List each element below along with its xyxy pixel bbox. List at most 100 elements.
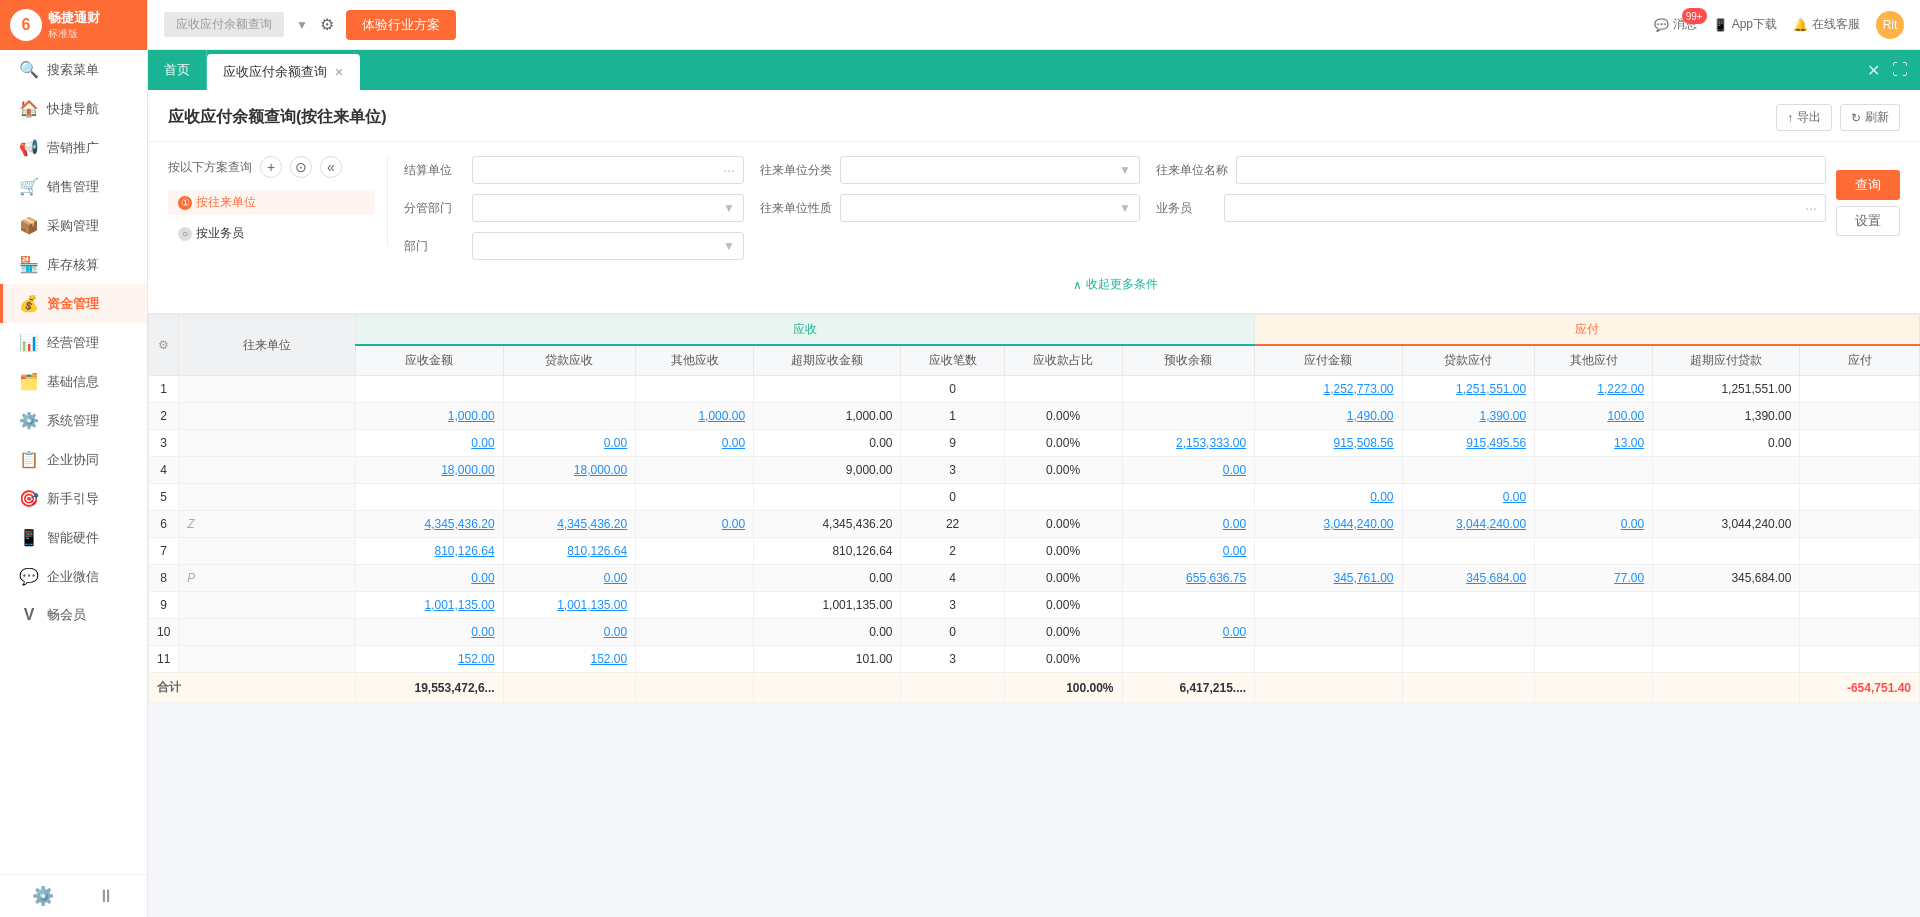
col-payable-extra: 应付 [1800,345,1920,376]
row-advance-balance: 655,636.75 [1122,565,1255,592]
dept-select[interactable]: ▼ [472,232,744,260]
table-container: ⚙ 往来单位 应收 应付 应收金额 贷款应收 其他应收 超期应收金额 应收笔数 … [148,314,1920,703]
add-scheme-button[interactable]: + [260,156,282,178]
table-row: 3 0.00 0.00 0.00 0.00 9 0.00% 2,153,333.… [149,430,1920,457]
row-payable-extra [1800,619,1920,646]
row-payable-extra [1800,403,1920,430]
row-loan-payable [1402,619,1535,646]
collapse-button[interactable]: ∧ 收起更多条件 [404,270,1826,299]
sidebar-item-search[interactable]: 🔍 搜索菜单 [0,50,147,89]
sidebar-item-guide[interactable]: 🎯 新手引导 [0,479,147,518]
managing-dept-select[interactable]: ▼ [472,194,744,222]
settings-bottom-icon[interactable]: ⚙️ [32,885,54,907]
sidebar-item-nav[interactable]: 🏠 快捷导航 [0,89,147,128]
row-loan-receivable: 1,001,135.00 [503,592,636,619]
row-loan-receivable: 0.00 [503,430,636,457]
table-row: 4 18,000.00 18,000.00 9,000.00 3 0.00% 0… [149,457,1920,484]
dept-chevron: ▼ [723,239,735,253]
row-num: 4 [149,457,179,484]
row-overdue-payable [1653,538,1800,565]
row-payable-extra [1800,646,1920,673]
app-download-item[interactable]: 📱 App下载 [1713,16,1777,33]
user-avatar: Rit [1876,11,1904,39]
row-overdue-payable [1653,619,1800,646]
col-receivable-amount: 应收金额 [356,345,503,376]
row-num: 9 [149,592,179,619]
sidebar-item-marketing[interactable]: 📢 营销推广 [0,128,147,167]
tab-home[interactable]: 首页 [148,50,207,90]
row-overdue-receivable [754,484,901,511]
trade-nature-chevron: ▼ [1119,201,1131,215]
sidebar-bottom: ⚙️ ⏸ [0,874,147,917]
row-num: 3 [149,430,179,457]
row-overdue-payable: 3,044,240.00 [1653,511,1800,538]
row-other-receivable [636,592,754,619]
trade-nature-select[interactable]: ▼ [840,194,1140,222]
row-loan-payable [1402,592,1535,619]
row-loan-payable: 915,495.56 [1402,430,1535,457]
online-service-item[interactable]: 🔔 在线客服 [1793,16,1860,33]
finance-icon: 💰 [19,294,39,313]
sidebar-item-operations[interactable]: 📊 经营管理 [0,323,147,362]
scheme-collapse-icon[interactable]: « [320,156,342,178]
row-other-payable: 100.00 [1535,403,1653,430]
user-info[interactable]: Rit [1876,11,1904,39]
filter-row-1: 结算单位 ··· 往来单位分类 ▼ [404,156,1826,184]
col-receivable-ratio: 应收款占比 [1004,345,1122,376]
sidebar-item-wechat[interactable]: 💬 企业微信 [0,557,147,596]
hardware-icon: 📱 [19,528,39,547]
trade-category-select[interactable]: ▼ [840,156,1140,184]
scheme-option-salesperson[interactable]: ○ 按业务员 [168,221,375,246]
wechat-icon: 💬 [19,567,39,586]
sidebar-item-enterprise[interactable]: 📋 企业协同 [0,440,147,479]
row-num: 2 [149,403,179,430]
logo-text: 畅捷通财 标准版 [48,9,100,41]
row-payable-extra [1800,538,1920,565]
sidebar-item-sales[interactable]: 🛒 销售管理 [0,167,147,206]
row-payable-extra [1800,457,1920,484]
sidebar-item-hardware[interactable]: 📱 智能硬件 [0,518,147,557]
trade-name-input[interactable] [1236,156,1826,184]
scheme-settings-icon[interactable]: ⊙ [290,156,312,178]
sidebar-item-inventory[interactable]: 🏪 库存核算 [0,245,147,284]
row-num: 7 [149,538,179,565]
row-receivable-amount: 4,345,436.20 [356,511,503,538]
sidebar-item-basic-info[interactable]: 🗂️ 基础信息 [0,362,147,401]
row-num: 10 [149,619,179,646]
table-settings-icon[interactable]: ⚙ [149,315,179,376]
promote-button[interactable]: 体验行业方案 [346,10,456,40]
sidebar-item-member[interactable]: V 畅会员 [0,596,147,634]
tab-receivable[interactable]: 应收应付余额查询 × [207,54,360,90]
row-receivable-amount: 0.00 [356,619,503,646]
collapse-icon[interactable]: ⏸ [97,886,115,907]
message-item[interactable]: 💬 消息 99+ [1654,16,1697,33]
col-header-trade-unit: 往来单位 [179,315,356,376]
scheme-option-unit[interactable]: ① 按往来单位 [168,190,375,215]
row-overdue-payable [1653,457,1800,484]
maximize-icon[interactable]: ⛶ [1892,61,1908,79]
row-receivable-count: 2 [901,538,1004,565]
settlement-unit-select[interactable]: ··· [472,156,744,184]
table-row: 2 1,000.00 1,000.00 1,000.00 1 0.00% 1,4… [149,403,1920,430]
filter-scheme: 按以下方案查询 + ⊙ « [168,156,375,178]
sidebar-item-system[interactable]: ⚙️ 系统管理 [0,401,147,440]
sidebar-item-finance[interactable]: 💰 资金管理 [0,284,147,323]
row-overdue-payable: 345,684.00 [1653,565,1800,592]
row-overdue-receivable: 0.00 [754,619,901,646]
tab-close-icon[interactable]: × [335,64,343,80]
row-receivable-amount [356,376,503,403]
query-button[interactable]: 查询 [1836,170,1900,200]
salesperson-input[interactable]: ··· [1224,194,1826,222]
row-receivable-amount: 152.00 [356,646,503,673]
topbar-gear-icon[interactable]: ⚙ [320,15,334,34]
col-loan-payable: 贷款应付 [1402,345,1535,376]
row-overdue-receivable: 1,000.00 [754,403,901,430]
settings-button[interactable]: 设置 [1836,206,1900,236]
refresh-button[interactable]: ↻ 刷新 [1840,104,1900,131]
row-loan-payable: 3,044,240.00 [1402,511,1535,538]
col-header-receivable: 应收 [356,315,1255,346]
close-window-icon[interactable]: ✕ [1867,61,1880,80]
sidebar-item-purchase[interactable]: 📦 采购管理 [0,206,147,245]
topbar-dropdown-arrow[interactable]: ▼ [296,18,308,32]
export-button[interactable]: ↑ 导出 [1776,104,1832,131]
